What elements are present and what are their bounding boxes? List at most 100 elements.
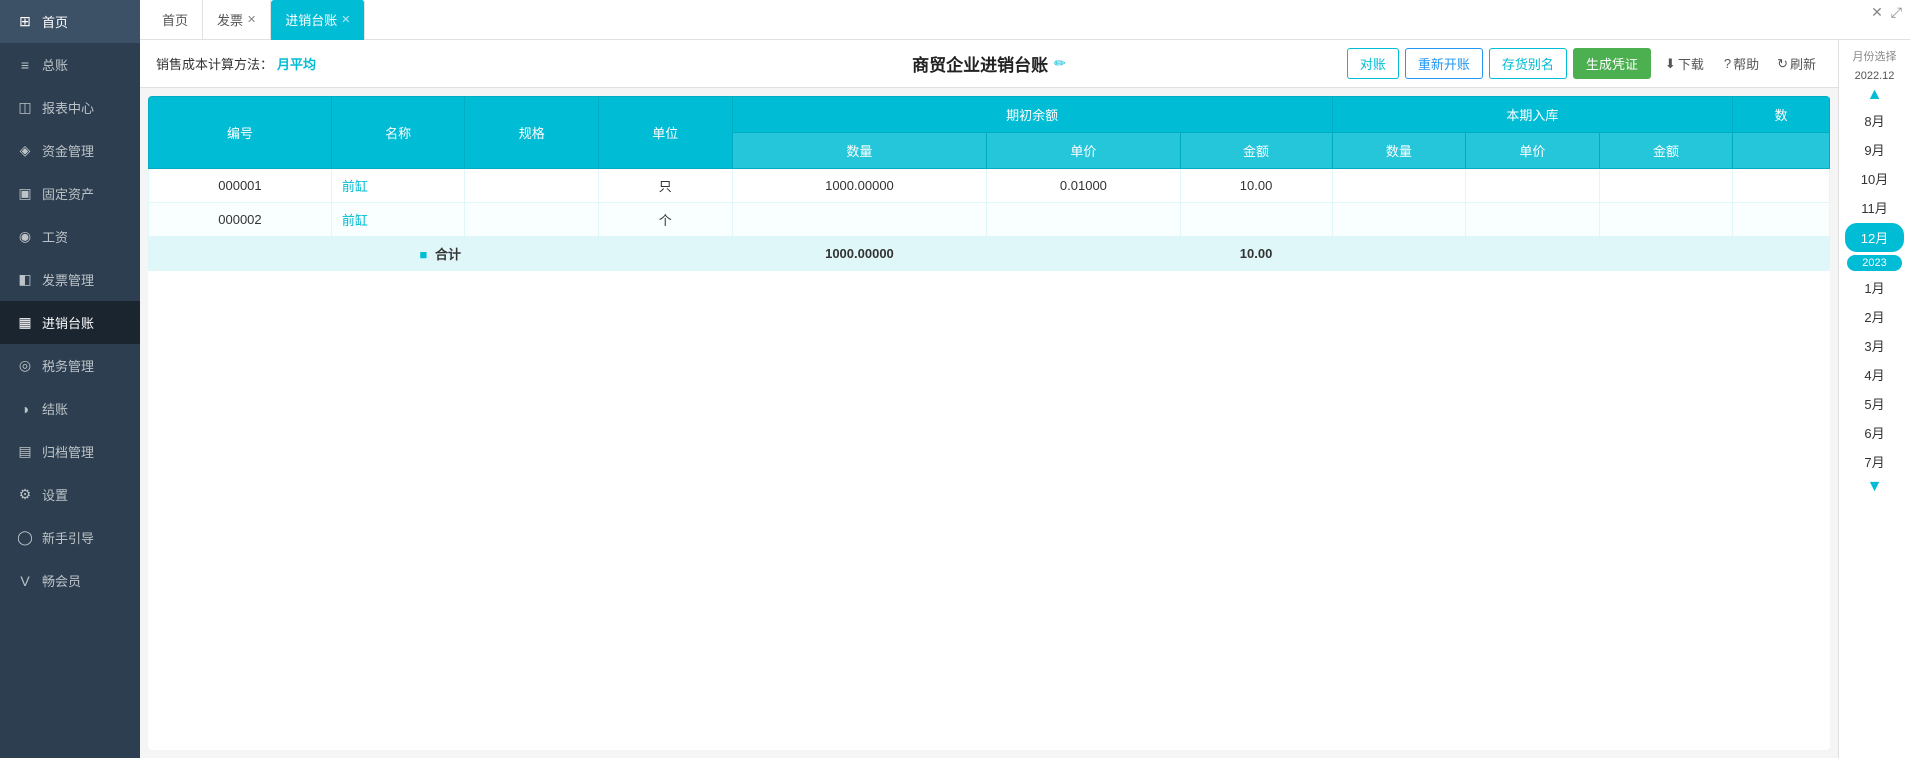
year-2023-badge: 2023 — [1847, 255, 1902, 271]
col-header-spec: 规格 — [465, 97, 599, 169]
sidebar: ⊞ 首页 ≡ 总账 ◫ 报表中心 ◈ 资金管理 ▣ 固定资产 ◉ 工资 ◧ 发票… — [0, 0, 140, 758]
cell-spec-1 — [465, 169, 599, 203]
save-alias-button[interactable]: 存货别名 — [1489, 48, 1567, 79]
window-maximize-button[interactable]: ⤢ — [1891, 4, 1902, 21]
tab-invoice[interactable]: 发票 ✕ — [203, 0, 271, 40]
sidebar-item-invoice-mgmt[interactable]: ◧ 发票管理 — [0, 258, 140, 301]
archive-icon: ▤ — [16, 443, 34, 460]
table-row: 000001 前缸 只 1000.00000 0.01000 10.00 — [149, 169, 1830, 203]
sidebar-item-member[interactable]: V 畅会员 — [0, 559, 140, 602]
month-item-2023-7[interactable]: 7月 — [1839, 447, 1910, 476]
month-panel: 月份选择 2022.12 ▲ 8月 9月 10月 11月 12月 2023 1月… — [1838, 40, 1910, 758]
col-in-price: 单价 — [1466, 133, 1600, 169]
guide-icon: ◯ — [16, 529, 34, 546]
total-opening-price — [987, 237, 1180, 271]
month-item-8[interactable]: 8月 — [1839, 106, 1910, 135]
reopen-button[interactable]: 重新开账 — [1405, 48, 1483, 79]
cell-name-2: 前缸 — [331, 203, 465, 237]
month-item-2023-3[interactable]: 3月 — [1839, 331, 1910, 360]
refresh-btn-area[interactable]: ↻ 刷新 — [1771, 50, 1822, 77]
table-area: 编号 名称 规格 单位 期初余额 本期入库 数 数量 单价 金额 数 — [148, 96, 1830, 750]
assets-icon: ▣ — [16, 185, 34, 202]
sidebar-item-tax[interactable]: ◎ 税务管理 — [0, 344, 140, 387]
month-item-2023-5[interactable]: 5月 — [1839, 389, 1910, 418]
purchase-ledger-icon: ▦ — [16, 314, 34, 331]
edit-icon[interactable]: ✏ — [1054, 55, 1066, 72]
sales-method-bar: 销售成本计算方法： 月平均 — [156, 54, 316, 73]
refresh-icon: ↻ — [1777, 56, 1788, 72]
col-header-opening-balance: 期初余额 — [732, 97, 1332, 133]
page-title-area: 商贸企业进销台账 ✏ — [912, 51, 1066, 76]
tax-icon: ◎ — [16, 357, 34, 374]
cell-in-amount-1 — [1599, 169, 1733, 203]
cell-opening-amount-1: 10.00 — [1180, 169, 1332, 203]
cell-spec-2 — [465, 203, 599, 237]
purchase-ledger-table: 编号 名称 规格 单位 期初余额 本期入库 数 数量 单价 金额 数 — [148, 96, 1830, 271]
home-icon: ⊞ — [16, 13, 34, 30]
month-item-2023-1[interactable]: 1月 — [1839, 273, 1910, 302]
window-close-button[interactable]: ✕ — [1871, 4, 1883, 21]
window-controls: ✕ ⤢ — [1871, 4, 1902, 21]
total-in-extra — [1733, 237, 1830, 271]
month-item-2023-2[interactable]: 2月 — [1839, 302, 1910, 331]
sidebar-item-guide[interactable]: ◯ 新手引导 — [0, 516, 140, 559]
month-item-10[interactable]: 10月 — [1839, 164, 1910, 193]
cell-in-price-2 — [1466, 203, 1600, 237]
funds-icon: ◈ — [16, 142, 34, 159]
total-in-qty — [1332, 237, 1466, 271]
tab-purchase-ledger-close[interactable]: ✕ — [341, 13, 350, 26]
page-title: 商贸企业进销台账 — [912, 51, 1048, 76]
total-in-price — [1466, 237, 1600, 271]
reconcile-button[interactable]: 对账 — [1347, 48, 1399, 79]
sidebar-item-reports[interactable]: ◫ 报表中心 — [0, 86, 140, 129]
cell-opening-price-2 — [987, 203, 1180, 237]
sidebar-item-archive[interactable]: ▤ 归档管理 — [0, 430, 140, 473]
member-icon: V — [16, 573, 34, 589]
table-header-row-1: 编号 名称 规格 单位 期初余额 本期入库 数 — [149, 97, 1830, 133]
col-header-extra: 数 — [1733, 97, 1830, 133]
total-in-amount — [1599, 237, 1733, 271]
total-opening-amount: 10.00 — [1180, 237, 1332, 271]
help-btn-area[interactable]: ? 帮助 — [1718, 50, 1765, 77]
total-row: ■ 合计 1000.00000 10.00 — [149, 237, 1830, 271]
cell-opening-price-1: 0.01000 — [987, 169, 1180, 203]
cell-in-price-1 — [1466, 169, 1600, 203]
product-link-2[interactable]: 前缸 — [342, 213, 368, 228]
month-item-9[interactable]: 9月 — [1839, 135, 1910, 164]
sidebar-item-purchase-ledger[interactable]: ▦ 进销台账 — [0, 301, 140, 344]
tab-purchase-ledger[interactable]: 进销台账 ✕ — [271, 0, 365, 40]
month-scroll-down[interactable]: ▼ — [1865, 476, 1885, 498]
month-scroll-up[interactable]: ▲ — [1865, 84, 1885, 106]
total-icon: ■ — [420, 247, 428, 262]
month-item-2023-6[interactable]: 6月 — [1839, 418, 1910, 447]
month-item-12[interactable]: 12月 — [1845, 223, 1904, 252]
cell-opening-qty-1: 1000.00000 — [732, 169, 987, 203]
toolbar-area: 销售成本计算方法： 月平均 商贸企业进销台账 ✏ 对账 重新开账 存货别名 生成… — [140, 40, 1838, 88]
download-btn-area[interactable]: ⬇ 下载 — [1657, 50, 1712, 77]
sidebar-item-close[interactable]: ◑ 结账 — [0, 387, 140, 430]
total-label-cell: ■ 合计 — [149, 237, 733, 271]
salary-icon: ◉ — [16, 228, 34, 245]
product-link-1[interactable]: 前缸 — [342, 179, 368, 194]
cell-in-extra-1 — [1733, 169, 1830, 203]
sidebar-item-assets[interactable]: ▣ 固定资产 — [0, 172, 140, 215]
total-label: 合计 — [435, 247, 461, 262]
invoice-mgmt-icon: ◧ — [16, 271, 34, 288]
tab-home[interactable]: 首页 — [148, 0, 203, 40]
sidebar-item-home[interactable]: ⊞ 首页 — [0, 0, 140, 43]
sidebar-item-ledger[interactable]: ≡ 总账 — [0, 43, 140, 86]
sidebar-item-settings[interactable]: ⚙ 设置 — [0, 473, 140, 516]
col-opening-amount: 金额 — [1180, 133, 1332, 169]
sales-method-value: 月平均 — [277, 54, 316, 73]
month-item-2023-4[interactable]: 4月 — [1839, 360, 1910, 389]
sidebar-item-salary[interactable]: ◉ 工资 — [0, 215, 140, 258]
tabs-bar: 首页 发票 ✕ 进销台账 ✕ — [140, 0, 1910, 40]
col-header-current-in: 本期入库 — [1332, 97, 1733, 133]
generate-voucher-button[interactable]: 生成凭证 — [1573, 48, 1651, 79]
month-item-11[interactable]: 11月 — [1839, 193, 1910, 222]
sidebar-item-funds[interactable]: ◈ 资金管理 — [0, 129, 140, 172]
cell-code-2: 000002 — [149, 203, 332, 237]
reports-icon: ◫ — [16, 99, 34, 116]
tab-invoice-close[interactable]: ✕ — [247, 13, 256, 26]
cell-name-1: 前缸 — [331, 169, 465, 203]
